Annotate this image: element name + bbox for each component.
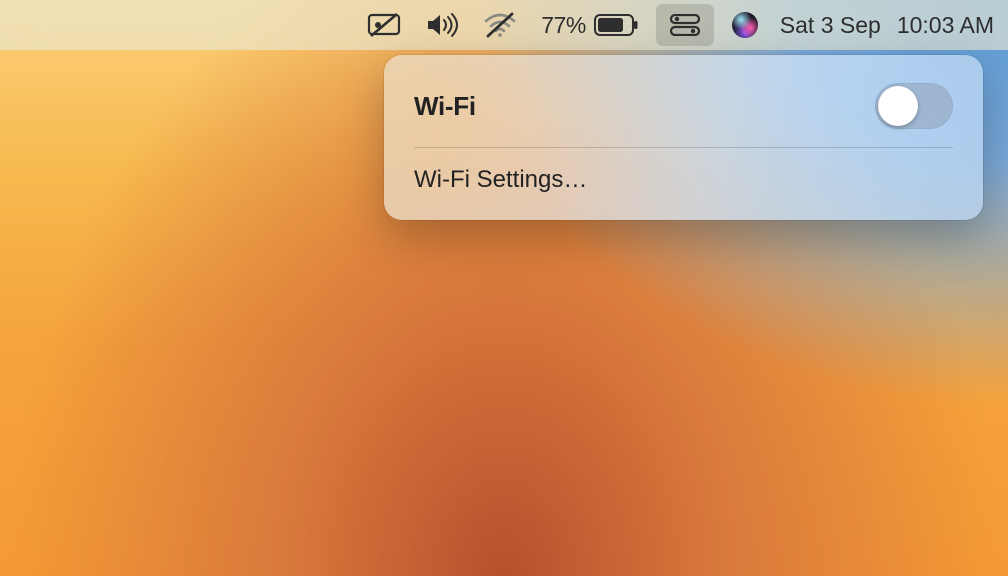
panel-divider <box>414 147 953 148</box>
menubar-time[interactable]: 10:03 AM <box>885 12 994 39</box>
wifi-settings-link[interactable]: Wi-Fi Settings… <box>414 162 953 200</box>
menubar-date[interactable]: Sat 3 Sep <box>770 12 885 39</box>
wifi-off-icon[interactable] <box>471 0 529 50</box>
wifi-toggle-switch[interactable] <box>875 83 953 129</box>
wifi-panel-title: Wi-Fi <box>414 91 476 122</box>
siri-icon[interactable] <box>720 0 770 50</box>
battery-icon <box>594 14 638 36</box>
screen-mirroring-icon[interactable] <box>355 0 413 50</box>
wifi-dropdown-panel: Wi-Fi Wi-Fi Settings… <box>384 55 983 220</box>
volume-icon[interactable] <box>413 0 471 50</box>
battery-status[interactable]: 77% <box>529 12 650 39</box>
menubar: 77% Sat 3 Sep 10:03 AM <box>0 0 1008 50</box>
wifi-toggle-row: Wi-Fi <box>414 77 953 147</box>
control-center-icon[interactable] <box>656 4 714 46</box>
switch-knob <box>878 86 918 126</box>
battery-percent-label: 77% <box>541 12 586 39</box>
